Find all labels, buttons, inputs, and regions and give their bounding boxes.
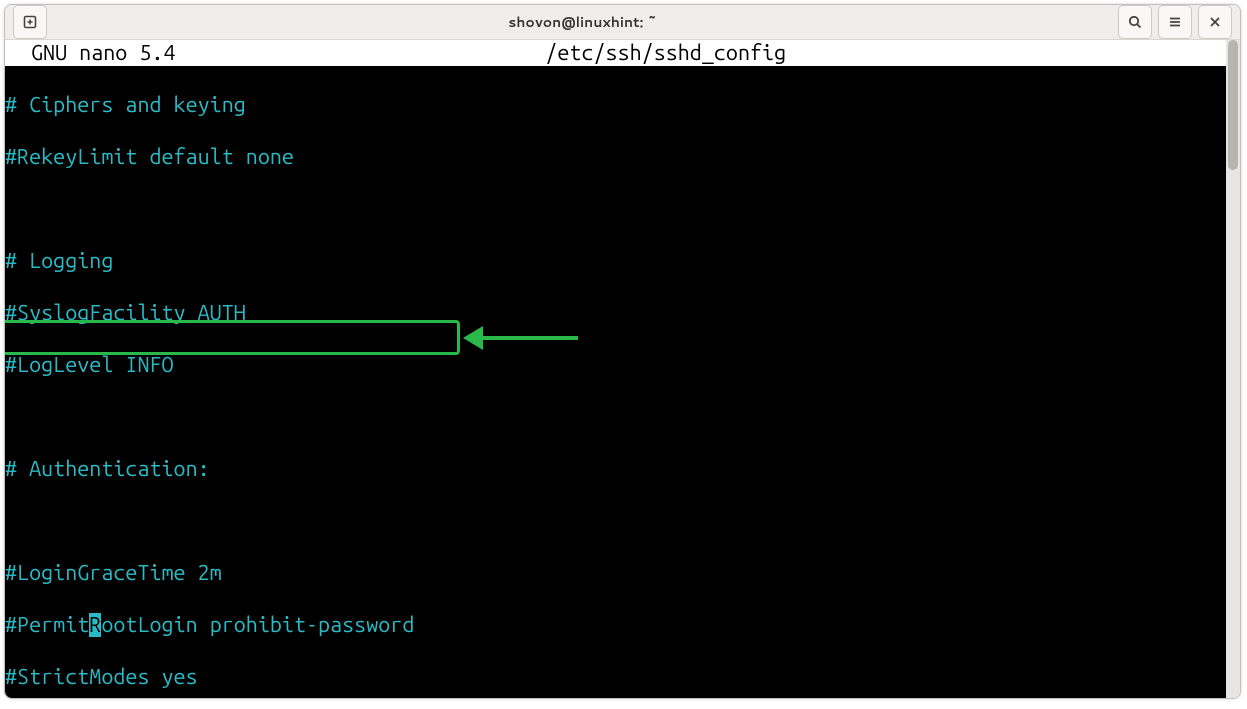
terminal-window: shovon@linuxhint: ~ (4, 4, 1241, 699)
new-tab-button[interactable] (13, 5, 47, 39)
menu-button[interactable] (1158, 5, 1192, 39)
nano-header: GNU nano 5.4 /etc/ssh/sshd_config (5, 40, 1226, 66)
editor-line[interactable] (5, 508, 1226, 534)
editor-line[interactable]: #SyslogFacility AUTH (5, 300, 1226, 326)
nano-file-path: /etc/ssh/sshd_config (105, 40, 1226, 66)
editor-line[interactable]: # Ciphers and keying (5, 92, 1226, 118)
editor-body[interactable]: # Ciphers and keying #RekeyLimit default… (5, 66, 1226, 699)
editor-line[interactable]: # Authentication: (5, 456, 1226, 482)
editor-line[interactable]: #StrictModes yes (5, 664, 1226, 690)
terminal-area: GNU nano 5.4 /etc/ssh/sshd_config # Ciph… (5, 40, 1240, 699)
window-title: shovon@linuxhint: ~ (53, 12, 1112, 32)
hamburger-icon (1167, 14, 1183, 30)
editor-line[interactable]: # Logging (5, 248, 1226, 274)
terminal[interactable]: GNU nano 5.4 /etc/ssh/sshd_config # Ciph… (5, 40, 1226, 699)
scrollbar-thumb[interactable] (1228, 40, 1238, 170)
cursor: R (89, 613, 101, 637)
titlebar: shovon@linuxhint: ~ (5, 5, 1240, 40)
editor-line[interactable]: #LoginGraceTime 2m (5, 560, 1226, 586)
close-button[interactable] (1198, 5, 1232, 39)
editor-line[interactable]: #LogLevel INFO (5, 352, 1226, 378)
close-icon (1208, 15, 1222, 29)
new-tab-icon (22, 14, 38, 30)
editor-line-highlighted[interactable]: #PermitRootLogin prohibit-password (5, 612, 1226, 638)
editor-line[interactable]: #RekeyLimit default none (5, 144, 1226, 170)
editor-line[interactable] (5, 404, 1226, 430)
search-icon (1127, 14, 1143, 30)
search-button[interactable] (1118, 5, 1152, 39)
editor-line[interactable] (5, 196, 1226, 222)
scrollbar[interactable] (1226, 40, 1240, 699)
